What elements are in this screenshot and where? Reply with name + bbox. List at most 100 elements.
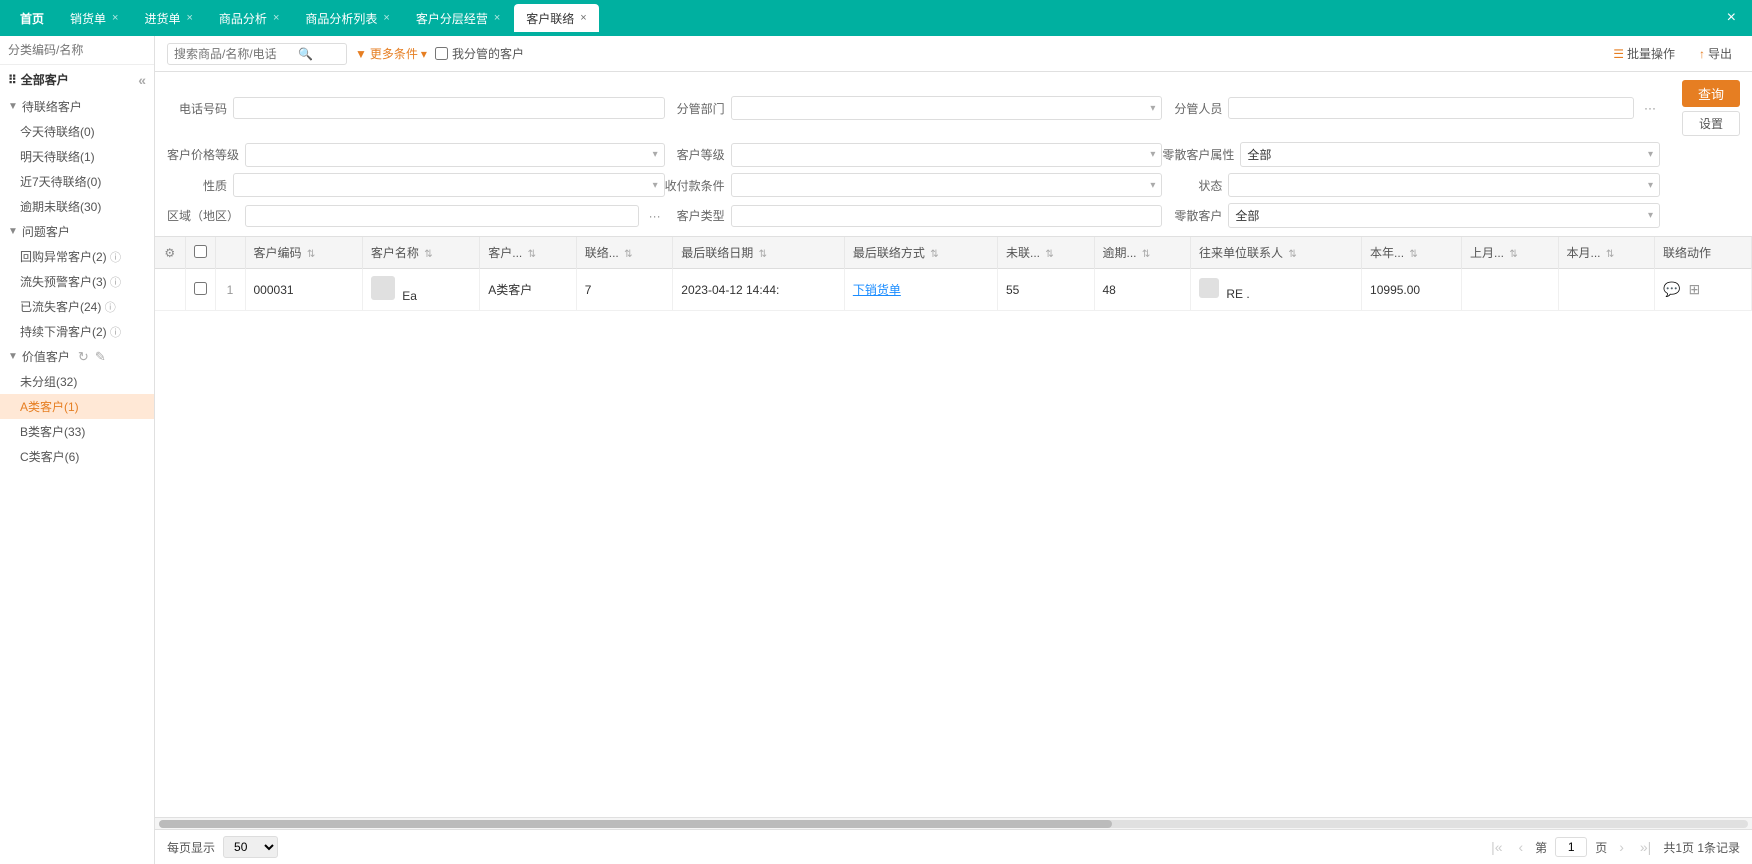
sidebar-search-wrap: 🔍 [0, 36, 154, 65]
th-name[interactable]: 客户名称 ⇅ [362, 237, 479, 269]
sidebar-item-a-class[interactable]: A类客户(1) [0, 394, 154, 419]
select-payment[interactable]: ▾ [731, 173, 1163, 197]
prev-page-btn[interactable]: ‹ [1515, 839, 1528, 855]
th-uncontacted[interactable]: 未联... ⇅ [997, 237, 1094, 269]
td-name: Ea [362, 269, 479, 311]
last-contact-method-link[interactable]: 下销货单 [853, 283, 901, 297]
th-gear[interactable]: ⚙ [155, 237, 185, 269]
page-label: 第 [1535, 839, 1547, 856]
row-checkbox-0[interactable] [194, 282, 207, 295]
label-payment: 收付款条件 [665, 177, 725, 194]
region-dots[interactable]: ··· [645, 209, 665, 223]
chat-icon[interactable]: 💬 [1663, 281, 1680, 298]
th-code[interactable]: 客户编码 ⇅ [245, 237, 362, 269]
sidebar-item-tomorrow[interactable]: 明天待联络(1) [0, 144, 154, 169]
table-row: 1 000031 Ea A类客户 7 2023-04-12 14:44: 下销货… [155, 269, 1752, 311]
input-phone[interactable] [233, 97, 665, 119]
next-page-btn[interactable]: › [1615, 839, 1628, 855]
th-this-month[interactable]: 本月... ⇅ [1558, 237, 1655, 269]
td-last-contact-date: 2023-04-12 14:44: [673, 269, 845, 311]
sidebar-item-c-class[interactable]: C类客户(6) [0, 444, 154, 469]
th-customer-type[interactable]: 客户... ⇅ [480, 237, 577, 269]
query-btn[interactable]: 查询 [1682, 80, 1740, 107]
td-contact-person: RE . [1191, 269, 1362, 311]
close-tab-purchase[interactable]: × [186, 12, 192, 24]
search-bar: 🔍 ▼ 更多条件 ▾ 我分管的客户 ☰ 批量操作 ↑ 导出 [155, 36, 1752, 72]
label-retail-customer: 零散客户 [1162, 207, 1222, 224]
my-customer-wrap: 我分管的客户 [435, 45, 524, 62]
filter-row-1: 电话号码 分管部门 ▾ 分管人员 ··· 查询 设置 [167, 80, 1740, 136]
close-tab-customer-contact[interactable]: × [580, 12, 586, 24]
th-this-year[interactable]: 本年... ⇅ [1362, 237, 1462, 269]
manager-dots[interactable]: ··· [1640, 101, 1660, 115]
qrcode-icon[interactable]: ⊞ [1688, 281, 1700, 298]
sidebar-collapse-btn[interactable]: « [138, 72, 146, 88]
filter-cell-customer-level: 客户等级 ▾ [665, 143, 1163, 167]
th-last-month[interactable]: 上月... ⇅ [1462, 237, 1559, 269]
tab-home[interactable]: 首页 [8, 4, 56, 32]
sort-icon-this-year: ⇅ [1409, 249, 1417, 260]
sidebar-item-7days[interactable]: 近7天待联络(0) [0, 169, 154, 194]
tab-purchase[interactable]: 进货单 × [132, 4, 204, 32]
first-page-btn[interactable]: |« [1487, 839, 1506, 855]
sidebar-item-today[interactable]: 今天待联络(0) [0, 119, 154, 144]
th-contact-count[interactable]: 联络... ⇅ [576, 237, 673, 269]
filter-cell-dept: 分管部门 ▾ [665, 96, 1163, 120]
section-problem-customers[interactable]: ▼ 问题客户 [0, 219, 154, 244]
input-region[interactable] [245, 205, 639, 227]
th-last-contact-date[interactable]: 最后联络日期 ⇅ [673, 237, 845, 269]
my-customer-checkbox[interactable] [435, 47, 448, 60]
input-customer-type[interactable] [731, 205, 1163, 227]
tab-sales[interactable]: 销货单 × [58, 4, 130, 32]
close-all-btn[interactable]: × [1719, 9, 1744, 27]
input-manager[interactable] [1228, 97, 1634, 119]
select-customer-level[interactable]: ▾ [731, 143, 1163, 167]
tab-customer-contact[interactable]: 客户联络 × [514, 4, 598, 32]
td-last-month [1462, 269, 1559, 311]
label-dept: 分管部门 [665, 100, 725, 117]
tab-product-analysis-list[interactable]: 商品分析列表 × [293, 4, 401, 32]
sidebar-item-churned[interactable]: 已流失客户(24) ⓘ [0, 294, 154, 319]
close-tab-product-analysis[interactable]: × [273, 12, 279, 24]
page-size-select[interactable]: 50 100 200 [223, 836, 278, 858]
settings-btn[interactable]: 设置 [1682, 111, 1740, 136]
section-pending-contact[interactable]: ▼ 待联络客户 [0, 94, 154, 119]
sidebar-item-churn-warning[interactable]: 流失预警客户(3) ⓘ [0, 269, 154, 294]
select-retail-customer[interactable]: 全部 ▾ [1228, 203, 1660, 228]
edit-icon[interactable]: ✎ [95, 349, 106, 365]
sidebar-item-unclassified[interactable]: 未分组(32) [0, 369, 154, 394]
th-contact-person[interactable]: 往来单位联系人 ⇅ [1191, 237, 1362, 269]
sidebar-item-overdue[interactable]: 逾期未联络(30) [0, 194, 154, 219]
page-input[interactable] [1555, 837, 1587, 857]
tab-product-analysis[interactable]: 商品分析 × [207, 4, 291, 32]
close-tab-customer-segment[interactable]: × [494, 12, 500, 24]
batch-op-btn[interactable]: ☰ 批量操作 [1605, 42, 1683, 65]
more-filter-btn[interactable]: ▼ 更多条件 ▾ [355, 45, 427, 62]
th-overdue[interactable]: 逾期... ⇅ [1094, 237, 1191, 269]
export-btn[interactable]: ↑ 导出 [1691, 42, 1740, 65]
section-value-customers[interactable]: ▼ 价值客户 ↻ ✎ [0, 344, 154, 369]
scrollbar-thumb[interactable] [159, 820, 1112, 828]
close-tab-sales[interactable]: × [112, 12, 118, 24]
select-dept[interactable]: ▾ [731, 96, 1163, 120]
scrollbar-track[interactable] [159, 820, 1748, 828]
select-price-level[interactable]: ▾ [245, 143, 665, 167]
select-retail-attr[interactable]: 全部 ▾ [1240, 142, 1660, 167]
all-customers-header[interactable]: ⠿ 全部客户 « [0, 65, 154, 94]
th-last-contact-method[interactable]: 最后联络方式 ⇅ [844, 237, 997, 269]
last-page-btn[interactable]: »| [1636, 839, 1655, 855]
sidebar-item-b-class[interactable]: B类客户(33) [0, 419, 154, 444]
select-status[interactable]: ▾ [1228, 173, 1660, 197]
label-price-level: 客户价格等级 [167, 146, 239, 163]
sidebar-item-declining[interactable]: 持续下滑客户(2) ⓘ [0, 319, 154, 344]
select-all-checkbox[interactable] [194, 245, 207, 258]
close-tab-product-analysis-list[interactable]: × [383, 12, 389, 24]
search-icon[interactable]: 🔍 [298, 47, 313, 61]
sidebar-search-input[interactable] [8, 43, 155, 57]
select-nature[interactable]: ▾ [233, 173, 665, 197]
top-nav: 首页 销货单 × 进货单 × 商品分析 × 商品分析列表 × 客户分层经营 × … [0, 0, 1752, 36]
refresh-icon[interactable]: ↻ [78, 349, 89, 365]
sidebar-item-repurchase-abnormal[interactable]: 回购异常客户(2) ⓘ [0, 244, 154, 269]
search-input[interactable] [174, 47, 294, 61]
tab-customer-segment[interactable]: 客户分层经营 × [404, 4, 512, 32]
